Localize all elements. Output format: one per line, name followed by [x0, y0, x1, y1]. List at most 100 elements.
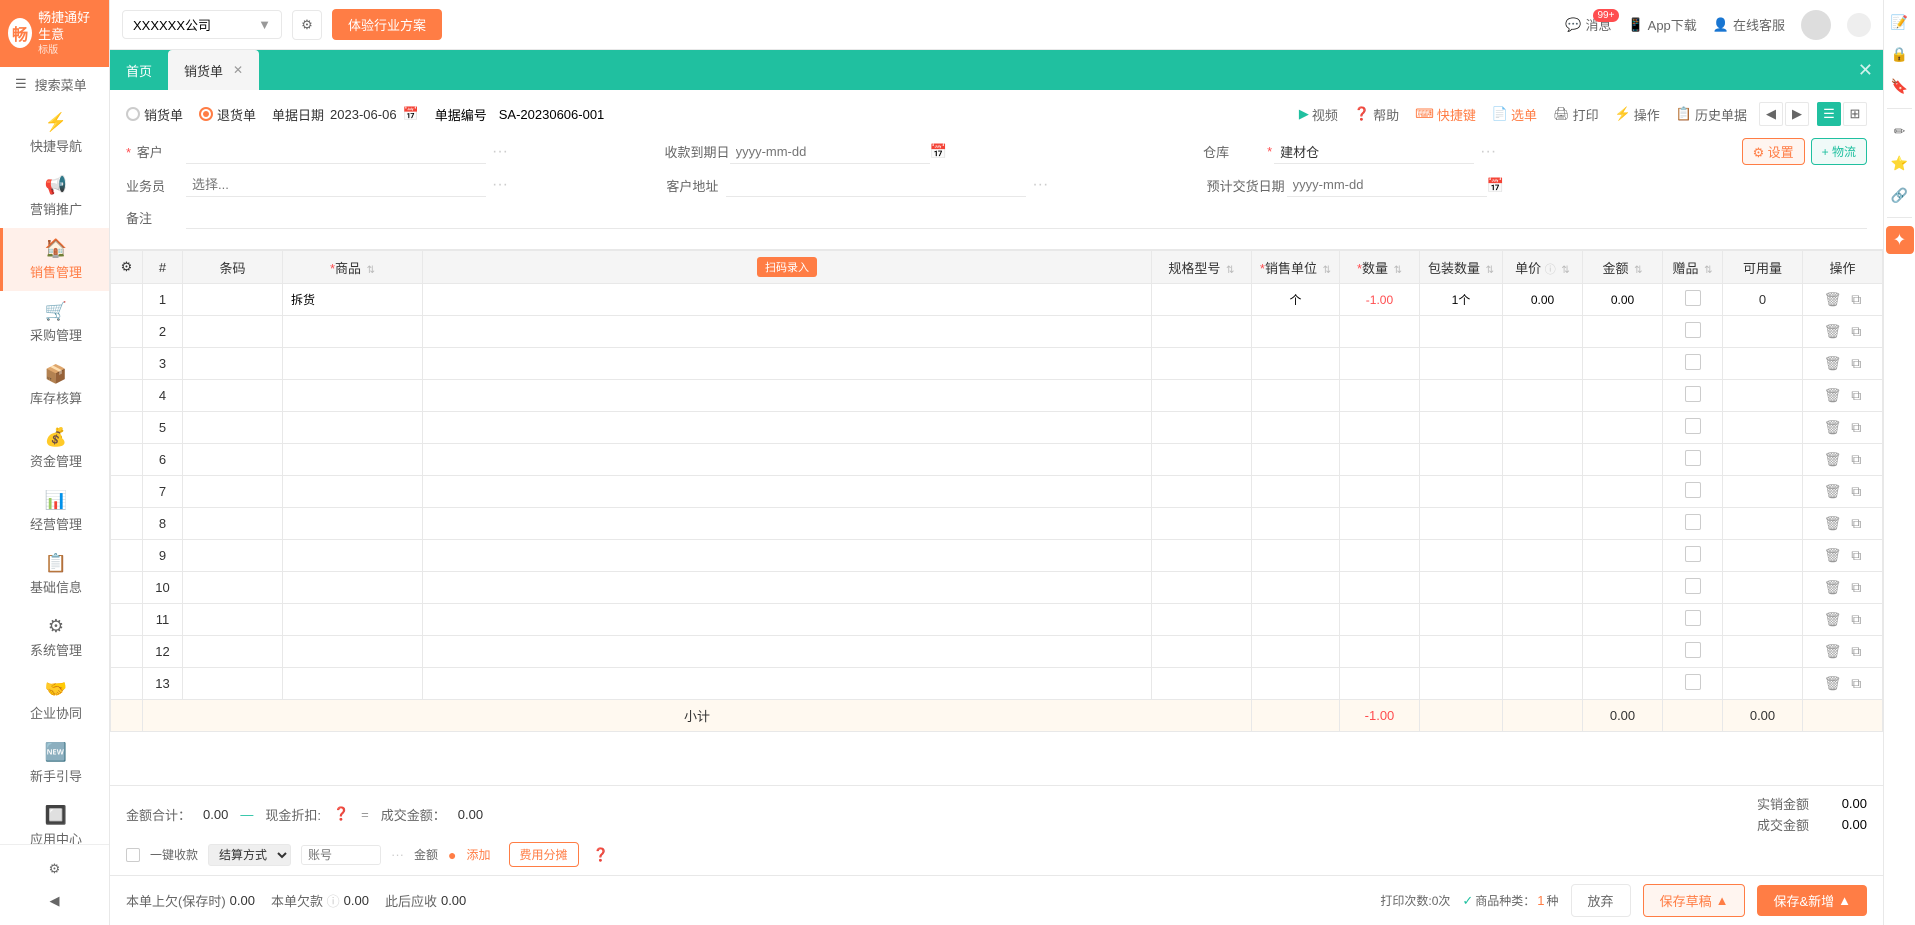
doc-date-value[interactable]: 2023-06-06 — [330, 107, 397, 122]
delete-btn-11[interactable]: 🗑 — [1821, 643, 1845, 659]
cell-amount-3[interactable] — [1583, 380, 1663, 412]
cell-pkgqty-8[interactable] — [1419, 540, 1502, 572]
user-avatar[interactable] — [1801, 10, 1831, 40]
sidebar-collapse-btn[interactable]: ◀ — [0, 885, 109, 917]
cell-spec-6[interactable] — [1151, 476, 1251, 508]
cell-unit-12[interactable] — [1251, 668, 1339, 700]
cell-barcode-9[interactable] — [183, 572, 283, 604]
delete-btn-8[interactable]: 🗑 — [1821, 547, 1845, 563]
cell-amount-7[interactable] — [1583, 508, 1663, 540]
cell-barcode-5[interactable] — [183, 444, 283, 476]
account-input[interactable] — [301, 845, 381, 865]
rt-link-btn[interactable]: 🔗 — [1886, 181, 1914, 209]
cell-amount-5[interactable] — [1583, 444, 1663, 476]
rt-orange-btn[interactable]: ✦ — [1886, 226, 1914, 254]
cell-unit-1[interactable] — [1251, 316, 1339, 348]
cell-qty-8[interactable] — [1339, 540, 1419, 572]
cell-barcode-3[interactable] — [183, 380, 283, 412]
cell-barcode-2[interactable] — [183, 348, 283, 380]
cell-unit-5[interactable] — [1251, 444, 1339, 476]
message-btn[interactable]: 💬 消息 99+ — [1565, 15, 1611, 34]
sidebar-settings-btn[interactable]: ⚙ — [0, 853, 109, 885]
cell-unit-10[interactable] — [1251, 604, 1339, 636]
cell-pkgqty-6[interactable] — [1419, 476, 1502, 508]
cell-unit-6[interactable] — [1251, 476, 1339, 508]
cell-goods-7[interactable] — [283, 508, 423, 540]
save-draft-btn[interactable]: 保存草稿 ▲ — [1643, 884, 1746, 917]
sidebar-item-system[interactable]: ⚙ 系统管理 — [0, 606, 109, 669]
cell-gift-4[interactable] — [1663, 412, 1723, 444]
cell-spec-8[interactable] — [1151, 540, 1251, 572]
app-download-btn[interactable]: 📱 App下载 — [1627, 15, 1696, 34]
cell-pkgqty-12[interactable] — [1419, 668, 1502, 700]
cell-pkgqty-7[interactable] — [1419, 508, 1502, 540]
copy-btn-10[interactable]: ⧉ — [1848, 611, 1864, 627]
copy-btn-4[interactable]: ⧉ — [1848, 419, 1864, 435]
cell-price-1[interactable] — [1503, 316, 1583, 348]
cell-price-3[interactable] — [1503, 380, 1583, 412]
cell-qty-4[interactable] — [1339, 412, 1419, 444]
cell-price-4[interactable] — [1503, 412, 1583, 444]
addr-dots[interactable]: ··· — [1026, 176, 1054, 194]
cell-spec-10[interactable] — [1151, 604, 1251, 636]
cell-gift-10[interactable] — [1663, 604, 1723, 636]
radio-return[interactable]: 退货单 — [199, 105, 256, 124]
cell-barcode-7[interactable] — [183, 508, 283, 540]
add-amount-icon[interactable]: ● — [448, 847, 456, 863]
cell-barcode-4[interactable] — [183, 412, 283, 444]
sidebar-item-purchase[interactable]: 🛒 采购管理 — [0, 291, 109, 354]
cell-gift-2[interactable] — [1663, 348, 1723, 380]
cell-goods-0[interactable] — [283, 284, 423, 316]
copy-btn-8[interactable]: ⧉ — [1848, 547, 1864, 563]
cell-price-12[interactable] — [1503, 668, 1583, 700]
cell-amount-1[interactable] — [1583, 316, 1663, 348]
cell-price-5[interactable] — [1503, 444, 1583, 476]
cell-goods-9[interactable] — [283, 572, 423, 604]
video-btn[interactable]: ▶ 视频 — [1295, 103, 1342, 126]
cell-gift-11[interactable] — [1663, 636, 1723, 668]
cell-price-0[interactable] — [1503, 284, 1583, 316]
cell-goods-6[interactable] — [283, 476, 423, 508]
cell-qty-3[interactable] — [1339, 380, 1419, 412]
cell-pkgqty-4[interactable] — [1419, 412, 1502, 444]
delete-btn-9[interactable]: 🗑 — [1821, 579, 1845, 595]
tab-sales-order[interactable]: 销货单 ✕ — [168, 50, 259, 90]
cell-amount-9[interactable] — [1583, 572, 1663, 604]
copy-btn-12[interactable]: ⧉ — [1848, 675, 1864, 691]
radio-sales[interactable]: 销货单 — [126, 105, 183, 124]
cell-pkgqty-5[interactable] — [1419, 444, 1502, 476]
help-btn[interactable]: ❓ 帮助 — [1350, 103, 1403, 126]
cell-unit-8[interactable] — [1251, 540, 1339, 572]
cell-goods-11[interactable] — [283, 636, 423, 668]
cell-pkgqty-10[interactable] — [1419, 604, 1502, 636]
delete-btn-6[interactable]: 🗑 — [1821, 483, 1845, 499]
delete-btn-10[interactable]: 🗑 — [1821, 611, 1845, 627]
delete-btn-12[interactable]: 🗑 — [1821, 675, 1845, 691]
cell-gift-7[interactable] — [1663, 508, 1723, 540]
cell-qty-1[interactable] — [1339, 316, 1419, 348]
rt-lock-btn[interactable]: 🔒 — [1886, 40, 1914, 68]
cell-goods-1[interactable] — [283, 316, 423, 348]
cell-unit-9[interactable] — [1251, 572, 1339, 604]
sidebar-item-marketing[interactable]: 📢 营销推广 — [0, 165, 109, 228]
salesman-dots[interactable]: ··· — [486, 176, 514, 194]
cell-unit-3[interactable] — [1251, 380, 1339, 412]
cell-spec-0[interactable] — [1151, 284, 1251, 316]
cell-price-10[interactable] — [1503, 604, 1583, 636]
cell-gift-1[interactable] — [1663, 316, 1723, 348]
delete-btn-3[interactable]: 🗑 — [1821, 387, 1845, 403]
cell-price-2[interactable] — [1503, 348, 1583, 380]
cell-price-11[interactable] — [1503, 636, 1583, 668]
cell-amount-6[interactable] — [1583, 476, 1663, 508]
cell-qty-5[interactable] — [1339, 444, 1419, 476]
copy-btn-2[interactable]: ⧉ — [1848, 355, 1864, 371]
warehouse-dots[interactable]: ··· — [1474, 143, 1502, 161]
cell-spec-9[interactable] — [1151, 572, 1251, 604]
calendar-icon[interactable]: 📅 — [403, 106, 419, 122]
cell-gift-6[interactable] — [1663, 476, 1723, 508]
expected-date-input[interactable] — [1287, 173, 1487, 197]
cell-qty-6[interactable] — [1339, 476, 1419, 508]
copy-btn-7[interactable]: ⧉ — [1848, 515, 1864, 531]
cell-goods-5[interactable] — [283, 444, 423, 476]
sidebar-item-inventory[interactable]: 📦 库存核算 — [0, 354, 109, 417]
